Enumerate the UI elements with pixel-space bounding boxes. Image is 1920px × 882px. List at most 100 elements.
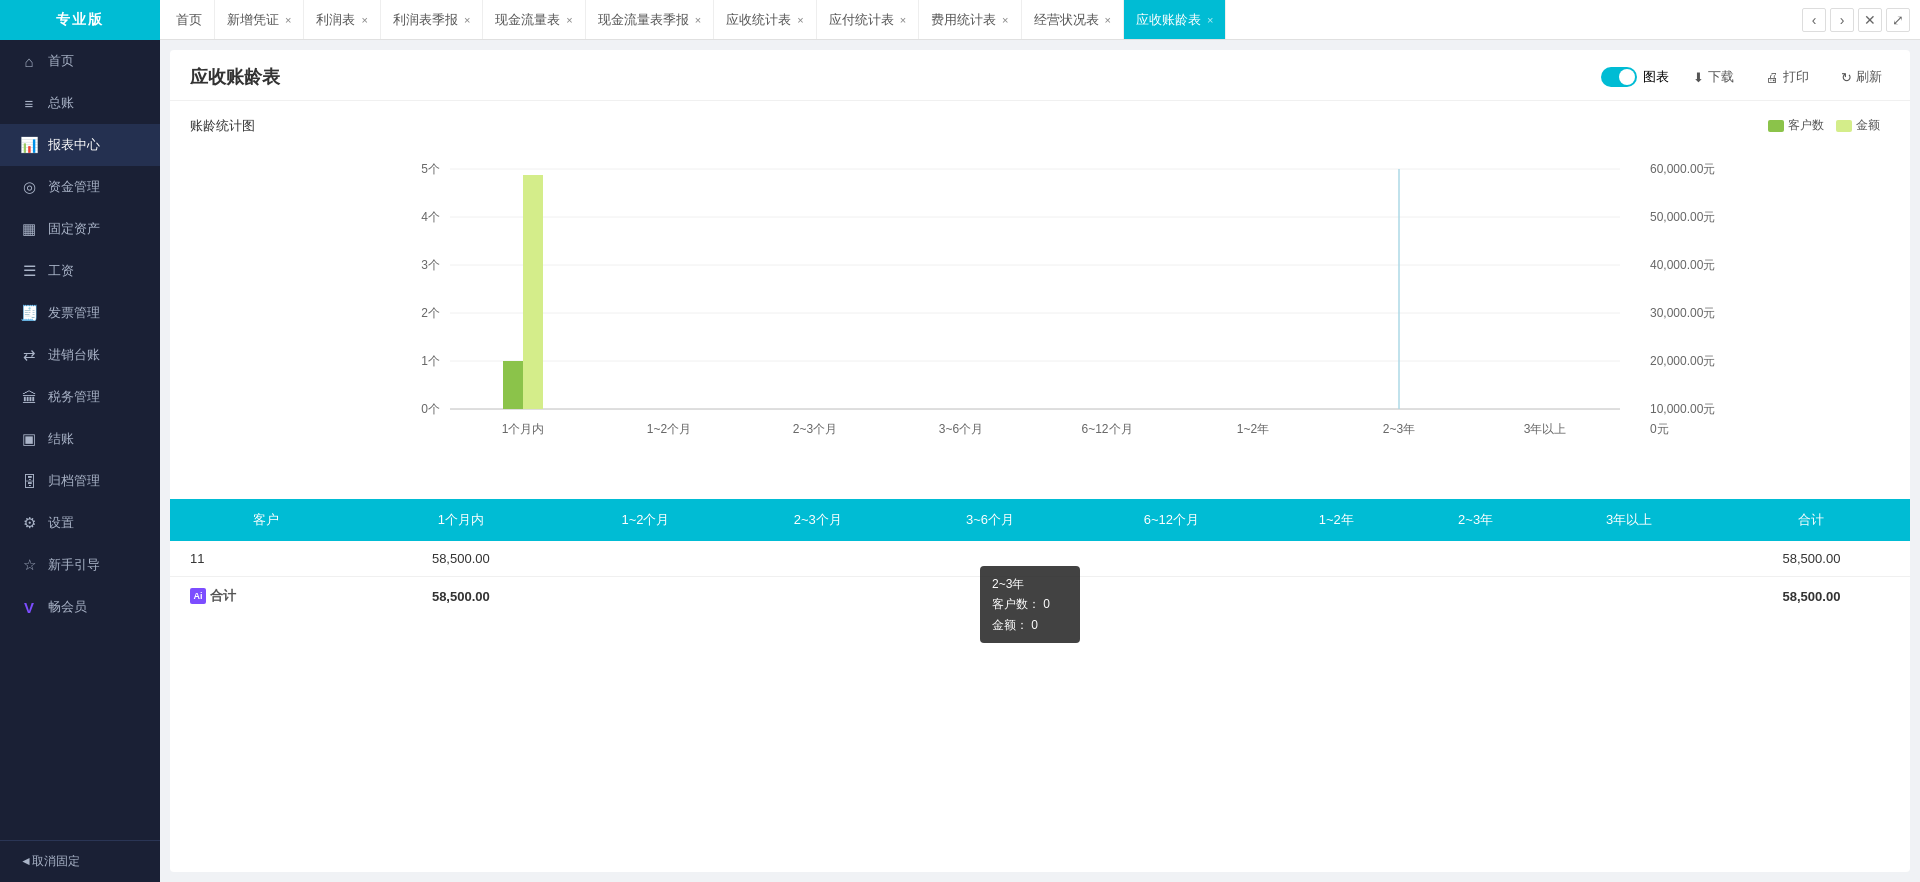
tab-profit-quarter-close[interactable]: × — [464, 14, 470, 26]
tab-payable-stat-close[interactable]: × — [900, 14, 906, 26]
svg-text:2~3年: 2~3年 — [1383, 422, 1415, 436]
sidebar-item-ledger[interactable]: ≡ 总账 — [0, 82, 160, 124]
footer-label: Ai 合计 — [170, 577, 362, 616]
tab-voucher[interactable]: 新增凭证 × — [215, 0, 304, 40]
tab-biz-status-close[interactable]: × — [1105, 14, 1111, 26]
sidebar-item-salary[interactable]: ☰ 工资 — [0, 250, 160, 292]
tab-receivable-aging-close[interactable]: × — [1207, 14, 1213, 26]
sidebar-item-invoice[interactable]: 🧾 发票管理 — [0, 292, 160, 334]
tab-profit[interactable]: 利润表 × — [304, 0, 380, 40]
print-label: 打印 — [1783, 68, 1809, 86]
svg-text:0个: 0个 — [421, 402, 440, 416]
sidebar-item-home[interactable]: ⌂ 首页 — [0, 40, 160, 82]
tab-biz-status[interactable]: 经营状况表 × — [1022, 0, 1124, 40]
svg-text:2个: 2个 — [421, 306, 440, 320]
svg-text:1个月内: 1个月内 — [502, 422, 545, 436]
tab-voucher-label: 新增凭证 — [227, 11, 279, 29]
tab-receivable-stat-close[interactable]: × — [797, 14, 803, 26]
svg-text:3个: 3个 — [421, 258, 440, 272]
cell-month23 — [732, 541, 904, 577]
tab-voucher-close[interactable]: × — [285, 14, 291, 26]
tab-close-all-button[interactable]: ✕ — [1858, 8, 1882, 32]
tab-cashflow-quarter-label: 现金流量表季报 — [598, 11, 689, 29]
legend-customer-label: 客户数 — [1788, 117, 1824, 134]
tab-profit-quarter[interactable]: 利润表季报 × — [381, 0, 483, 40]
sidebar-item-reports[interactable]: 📊 报表中心 — [0, 124, 160, 166]
closing-icon: ▣ — [20, 430, 38, 448]
tab-receivable-stat[interactable]: 应收统计表 × — [714, 0, 816, 40]
assets-icon: ▦ — [20, 220, 38, 238]
legend-customer-color — [1768, 120, 1784, 132]
legend-amount-label: 金额 — [1856, 117, 1880, 134]
cell-customer: 11 — [170, 541, 362, 577]
tab-next-button[interactable]: › — [1830, 8, 1854, 32]
tab-cashflow-quarter[interactable]: 现金流量表季报 × — [586, 0, 714, 40]
sidebar-item-inout[interactable]: ⇄ 进销台账 — [0, 334, 160, 376]
chart-toggle[interactable]: 图表 — [1601, 67, 1669, 87]
tab-cashflow[interactable]: 现金流量表 × — [483, 0, 585, 40]
cell-month12 — [559, 541, 731, 577]
svg-text:6~12个月: 6~12个月 — [1081, 422, 1132, 436]
download-button[interactable]: ⬇ 下载 — [1685, 64, 1742, 90]
legend-amount-color — [1836, 120, 1852, 132]
sidebar-item-assets[interactable]: ▦ 固定资产 — [0, 208, 160, 250]
tab-profit-close[interactable]: × — [361, 14, 367, 26]
footer-month36 — [904, 577, 1076, 616]
sidebar-item-label: 新手引导 — [48, 556, 100, 574]
table-footer-row: Ai 合计 58,500.00 58,500.00 — [170, 577, 1910, 616]
svg-text:10,000.00元: 10,000.00元 — [1650, 402, 1715, 416]
ledger-icon: ≡ — [20, 95, 38, 112]
page-header: 应收账龄表 图表 ⬇ 下载 🖨 打印 ↻ 刷新 — [170, 50, 1910, 101]
tab-cashflow-close[interactable]: × — [566, 14, 572, 26]
cancel-fixed-button[interactable]: ◄取消固定 — [0, 841, 160, 882]
svg-text:50,000.00元: 50,000.00元 — [1650, 210, 1715, 224]
tab-prev-button[interactable]: ‹ — [1802, 8, 1826, 32]
funds-icon: ◎ — [20, 178, 38, 196]
sidebar-item-label: 首页 — [48, 52, 74, 70]
tab-profit-label: 利润表 — [316, 11, 355, 29]
toggle-track[interactable] — [1601, 67, 1637, 87]
aging-table: 客户 1个月内 1~2个月 2~3个月 3~6个月 6~12个月 1~2年 2~… — [170, 499, 1910, 615]
legend-amount: 金额 — [1836, 117, 1880, 134]
svg-text:0元: 0元 — [1650, 422, 1669, 436]
app-logo: 专业版 — [0, 0, 160, 40]
tab-cashflow-quarter-close[interactable]: × — [695, 14, 701, 26]
sidebar-item-label: 报表中心 — [48, 136, 100, 154]
sidebar-item-funds[interactable]: ◎ 资金管理 — [0, 166, 160, 208]
vip-icon: V — [20, 599, 38, 616]
footer-month23 — [732, 577, 904, 616]
tab-expand-button[interactable]: ⤢ — [1886, 8, 1910, 32]
svg-text:1个: 1个 — [421, 354, 440, 368]
sidebar: 专业版 ⌂ 首页 ≡ 总账 📊 报表中心 ◎ 资金管理 ▦ 固定资产 ☰ 工资 … — [0, 0, 160, 882]
print-button[interactable]: 🖨 打印 — [1758, 64, 1817, 90]
tab-expense-stat-close[interactable]: × — [1002, 14, 1008, 26]
sidebar-item-archive[interactable]: 🗄 归档管理 — [0, 460, 160, 502]
cell-month36 — [904, 541, 1076, 577]
tab-expense-stat[interactable]: 费用统计表 × — [919, 0, 1021, 40]
sidebar-item-tax[interactable]: 🏛 税务管理 — [0, 376, 160, 418]
salary-icon: ☰ — [20, 262, 38, 280]
sidebar-item-label: 进销台账 — [48, 346, 100, 364]
bar-customer-0 — [503, 361, 523, 409]
header-actions: 图表 ⬇ 下载 🖨 打印 ↻ 刷新 — [1601, 64, 1890, 90]
sidebar-item-label: 税务管理 — [48, 388, 100, 406]
sidebar-item-settings[interactable]: ⚙ 设置 — [0, 502, 160, 544]
sidebar-item-label: 工资 — [48, 262, 74, 280]
invoice-icon: 🧾 — [20, 304, 38, 322]
sidebar-item-guide[interactable]: ☆ 新手引导 — [0, 544, 160, 586]
table-header-row: 客户 1个月内 1~2个月 2~3个月 3~6个月 6~12个月 1~2年 2~… — [170, 499, 1910, 541]
footer-year3plus — [1545, 577, 1713, 616]
sidebar-item-label: 总账 — [48, 94, 74, 112]
data-table-wrapper: 客户 1个月内 1~2个月 2~3个月 3~6个月 6~12个月 1~2年 2~… — [170, 499, 1910, 635]
tab-home[interactable]: 首页 — [164, 0, 215, 40]
svg-text:3~6个月: 3~6个月 — [939, 422, 983, 436]
refresh-button[interactable]: ↻ 刷新 — [1833, 64, 1890, 90]
col-customer: 客户 — [170, 499, 362, 541]
tab-payable-stat[interactable]: 应付统计表 × — [817, 0, 919, 40]
tab-receivable-aging[interactable]: 应收账龄表 × — [1124, 0, 1226, 40]
tab-biz-status-label: 经营状况表 — [1034, 11, 1099, 29]
sidebar-item-closing[interactable]: ▣ 结账 — [0, 418, 160, 460]
sidebar-item-vip[interactable]: V 畅会员 — [0, 586, 160, 628]
footer-year23 — [1406, 577, 1545, 616]
download-icon: ⬇ — [1693, 70, 1704, 85]
